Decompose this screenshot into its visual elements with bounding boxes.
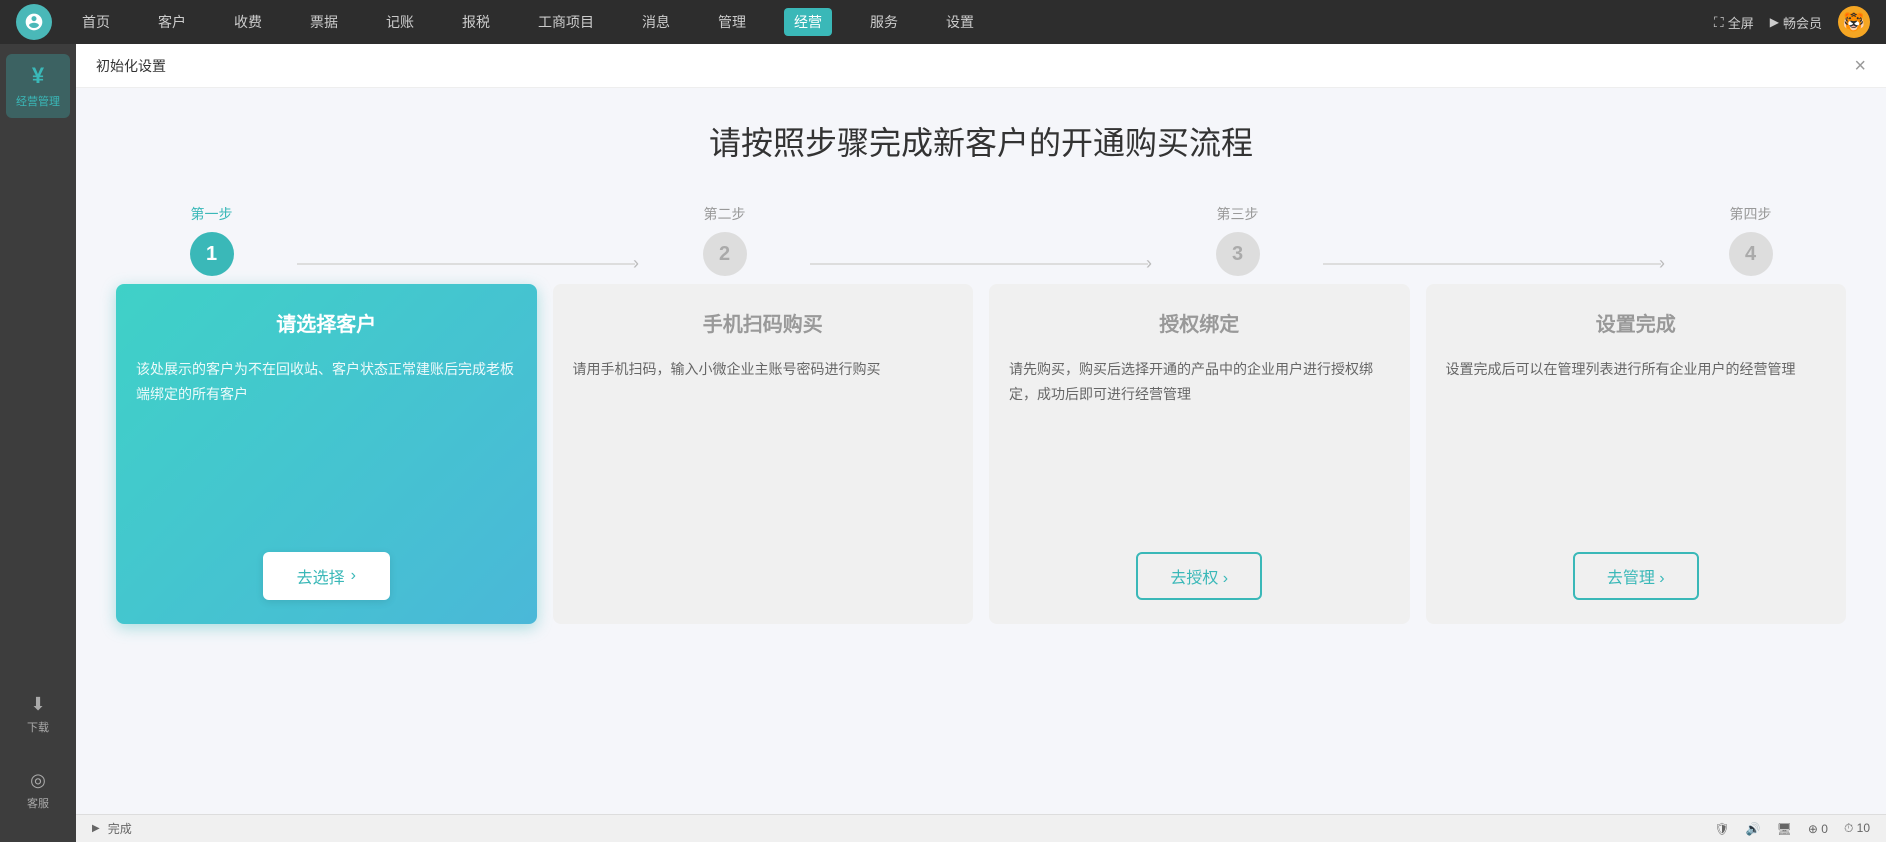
nav-tax[interactable]: 报税 <box>452 8 500 36</box>
card3-desc: 请先购买，购买后选择开通的产品中的企业用户进行授权绑定，成功后即可进行经营管理 <box>1009 357 1390 532</box>
cards-row: 请选择客户 该处展示的客户为不在回收站、客户状态正常建账后完成老板端绑定的所有客… <box>116 284 1846 624</box>
steps-combined: 第一步 1 › 第二步 2 <box>116 204 1846 624</box>
step3-circle: 3 <box>1216 232 1260 276</box>
sidebar: ¥ 经营管理 ⬇ 下载 ◎ 客服 <box>0 44 76 842</box>
step4-circle: 4 <box>1729 232 1773 276</box>
page-content: 请按照步骤完成新客户的开通购买流程 第一步 1 › <box>76 88 1886 814</box>
step3-btn[interactable]: 去授权 › <box>1136 552 1262 600</box>
step2-circle: 2 <box>703 232 747 276</box>
card2-title: 手机扫码购买 <box>573 308 954 337</box>
card2-desc: 请用手机扫码，输入小微企业主账号密码进行购买 <box>573 357 954 600</box>
nav-bill[interactable]: 票据 <box>300 8 348 36</box>
volume-icon: 🔊 <box>1746 822 1761 836</box>
nav-accounting[interactable]: 记账 <box>376 8 424 36</box>
nav-operation[interactable]: 经营 <box>784 8 832 36</box>
nav-client[interactable]: 客户 <box>148 8 196 36</box>
step4-label: 第四步 <box>1730 204 1772 224</box>
nav-fee[interactable]: 收费 <box>224 8 272 36</box>
arrow-icon: › <box>351 567 356 585</box>
step1-btn[interactable]: 去选择 › <box>263 552 390 600</box>
nav-settings[interactable]: 设置 <box>936 8 984 36</box>
nav-items: 首页 客户 收费 票据 记账 报税 工商项目 消息 管理 经营 服务 设置 <box>72 8 1714 36</box>
nav-manage[interactable]: 管理 <box>708 8 756 36</box>
step-card-4: 设置完成 设置完成后可以在管理列表进行所有企业用户的经营管理 去管理 › <box>1426 284 1847 624</box>
play-status-icon: ▶ <box>92 823 100 834</box>
support-icon: ◎ <box>30 770 46 791</box>
shield-icon: 🛡 <box>1714 822 1729 836</box>
step-card-3: 授权绑定 请先购买，购买后选择开通的产品中的企业用户进行授权绑定，成功后即可进行… <box>989 284 1410 624</box>
top-navigation: 首页 客户 收费 票据 记账 报税 工商项目 消息 管理 经营 服务 设置 ⛶ … <box>0 0 1886 44</box>
sidebar-bottom: ⬇ 下载 ◎ 客服 <box>6 682 70 842</box>
card4-desc: 设置完成后可以在管理列表进行所有企业用户的经营管理 <box>1446 357 1827 532</box>
step3-label: 第三步 <box>1217 204 1259 224</box>
download-icon: ⬇ <box>30 694 45 715</box>
avatar[interactable]: 🐯 <box>1838 6 1870 38</box>
yuan-icon: ¥ <box>32 63 44 89</box>
step2-label: 第二步 <box>704 204 746 224</box>
content-area: 初始化设置 × 请按照步骤完成新客户的开通购买流程 第一步 1 <box>76 44 1886 842</box>
member-button[interactable]: ▶ 畅会员 <box>1770 13 1822 32</box>
step4-btn[interactable]: 去管理 › <box>1573 552 1699 600</box>
nav-business[interactable]: 工商项目 <box>528 8 604 36</box>
nav-service[interactable]: 服务 <box>860 8 908 36</box>
step-card-1: 请选择客户 该处展示的客户为不在回收站、客户状态正常建账后完成老板端绑定的所有客… <box>116 284 537 624</box>
fullscreen-button[interactable]: ⛶ 全屏 <box>1714 13 1754 32</box>
page-title: 请按照步骤完成新客户的开通购买流程 <box>116 118 1846 164</box>
card1-desc: 该处展示的客户为不在回收站、客户状态正常建账后完成老板端绑定的所有客户 <box>136 357 517 532</box>
main-layout: ¥ 经营管理 ⬇ 下载 ◎ 客服 初始化设置 × 请按照步骤完成新客户的开通购买… <box>0 44 1886 842</box>
nav-message[interactable]: 消息 <box>632 8 680 36</box>
status-bar-right: 🛡 🔊 🖥 ⊕ 0 ⏱ 10 <box>1714 821 1870 836</box>
step-card-2: 手机扫码购买 请用手机扫码，输入小微企业主账号密码进行购买 <box>553 284 974 624</box>
status-text: 完成 <box>108 820 132 837</box>
timer-status: ⏱ 10 <box>1844 821 1870 836</box>
play-icon: ▶ <box>1770 15 1779 29</box>
card3-title: 授权绑定 <box>1009 308 1390 337</box>
status-bar: ▶ 完成 🛡 🔊 🖥 ⊕ 0 ⏱ 10 <box>76 814 1886 842</box>
sidebar-item-operation[interactable]: ¥ 经营管理 <box>6 54 70 118</box>
nav-right: ⛶ 全屏 ▶ 畅会员 🐯 <box>1714 6 1870 38</box>
app-logo[interactable] <box>16 4 52 40</box>
breadcrumb-bar: 初始化设置 × <box>76 44 1886 88</box>
monitor-icon: 🖥 <box>1777 822 1792 836</box>
step1-label: 第一步 <box>191 204 233 224</box>
fullscreen-icon: ⛶ <box>1714 14 1724 31</box>
card4-title: 设置完成 <box>1446 308 1827 337</box>
step1-circle: 1 <box>190 232 234 276</box>
breadcrumb: 初始化设置 <box>96 56 166 76</box>
network-status: ⊕ 0 <box>1808 822 1828 836</box>
sidebar-download[interactable]: ⬇ 下载 <box>6 682 70 746</box>
sidebar-support[interactable]: ◎ 客服 <box>6 758 70 822</box>
card1-title: 请选择客户 <box>136 308 517 337</box>
nav-home[interactable]: 首页 <box>72 8 120 36</box>
close-button[interactable]: × <box>1854 56 1866 76</box>
